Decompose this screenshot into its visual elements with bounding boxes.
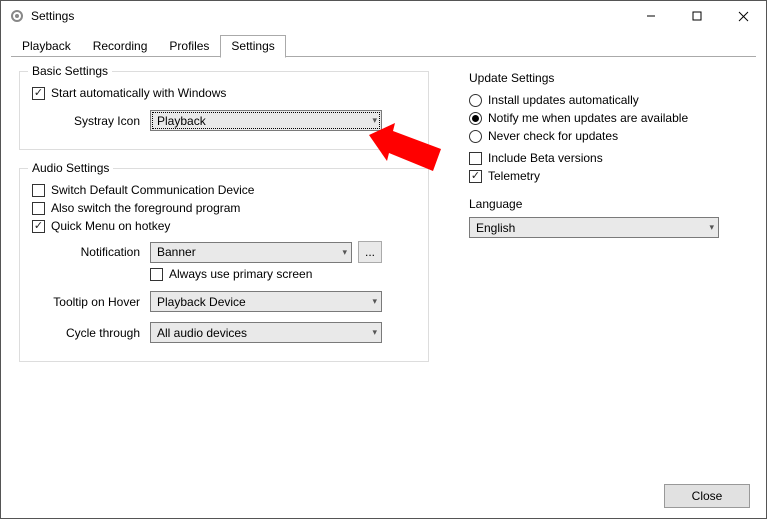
dropdown-notification-value: Banner — [157, 245, 196, 259]
group-update-settings: Update Settings Install updates automati… — [469, 71, 739, 183]
group-language: Language English ▾ — [469, 197, 739, 238]
label-notify-updates: Notify me when updates are available — [488, 111, 688, 125]
label-install-auto: Install updates automatically — [488, 93, 639, 107]
label-systray-icon: Systray Icon — [32, 114, 150, 128]
titlebar: Settings — [1, 1, 766, 31]
label-notification: Notification — [32, 245, 150, 259]
close-button[interactable]: Close — [664, 484, 750, 508]
group-title-update: Update Settings — [469, 71, 739, 85]
label-quick-menu: Quick Menu on hotkey — [51, 219, 170, 233]
radio-never-check[interactable] — [469, 130, 482, 143]
chevron-down-icon: ▾ — [709, 222, 714, 233]
minimize-button[interactable] — [628, 1, 674, 31]
radio-notify-updates[interactable] — [469, 112, 482, 125]
window-title: Settings — [31, 9, 74, 23]
chevron-down-icon: ▾ — [372, 327, 377, 338]
notification-more-button[interactable]: ... — [358, 241, 382, 263]
tab-recording[interactable]: Recording — [82, 35, 159, 57]
chevron-down-icon: ▾ — [372, 296, 377, 307]
label-always-primary: Always use primary screen — [169, 267, 312, 281]
tab-playback[interactable]: Playback — [11, 35, 82, 57]
label-start-with-windows: Start automatically with Windows — [51, 86, 226, 100]
group-title-basic: Basic Settings — [28, 64, 112, 78]
dropdown-cycle-through[interactable]: All audio devices ▾ — [150, 322, 382, 343]
label-tooltip-hover: Tooltip on Hover — [32, 295, 150, 309]
checkbox-switch-foreground[interactable] — [32, 202, 45, 215]
checkbox-start-with-windows[interactable]: ✓ — [32, 87, 45, 100]
label-switch-foreground: Also switch the foreground program — [51, 201, 240, 215]
group-basic-settings: Basic Settings ✓ Start automatically wit… — [19, 71, 429, 150]
maximize-button[interactable] — [674, 1, 720, 31]
dropdown-systray-value: Playback — [157, 114, 206, 128]
tab-bar: Playback Recording Profiles Settings — [1, 31, 766, 57]
dropdown-systray-icon[interactable]: Playback ▾ — [150, 110, 382, 131]
chevron-down-icon: ▾ — [372, 115, 377, 126]
dropdown-tooltip-hover[interactable]: Playback Device ▾ — [150, 291, 382, 312]
checkbox-quick-menu[interactable]: ✓ — [32, 220, 45, 233]
checkbox-always-primary[interactable] — [150, 268, 163, 281]
label-never-check: Never check for updates — [488, 129, 618, 143]
tab-profiles[interactable]: Profiles — [158, 35, 220, 57]
dropdown-language[interactable]: English ▾ — [469, 217, 719, 238]
chevron-down-icon: ▾ — [342, 247, 347, 258]
tab-settings[interactable]: Settings — [220, 35, 285, 58]
checkbox-telemetry[interactable]: ✓ — [469, 170, 482, 183]
group-audio-settings: Audio Settings Switch Default Communicat… — [19, 168, 429, 362]
group-title-language: Language — [469, 197, 739, 211]
label-include-beta: Include Beta versions — [488, 151, 603, 165]
label-switch-default-comm: Switch Default Communication Device — [51, 183, 254, 197]
label-cycle-through: Cycle through — [32, 326, 150, 340]
dropdown-language-value: English — [476, 221, 515, 235]
dropdown-cycle-value: All audio devices — [157, 326, 247, 340]
dropdown-tooltip-value: Playback Device — [157, 295, 246, 309]
label-telemetry: Telemetry — [488, 169, 540, 183]
checkbox-include-beta[interactable] — [469, 152, 482, 165]
window-controls — [628, 1, 766, 31]
close-window-button[interactable] — [720, 1, 766, 31]
radio-install-auto[interactable] — [469, 94, 482, 107]
gear-icon — [9, 8, 25, 24]
group-title-audio: Audio Settings — [28, 161, 113, 175]
dropdown-notification[interactable]: Banner ▾ — [150, 242, 352, 263]
checkbox-switch-default-comm[interactable] — [32, 184, 45, 197]
